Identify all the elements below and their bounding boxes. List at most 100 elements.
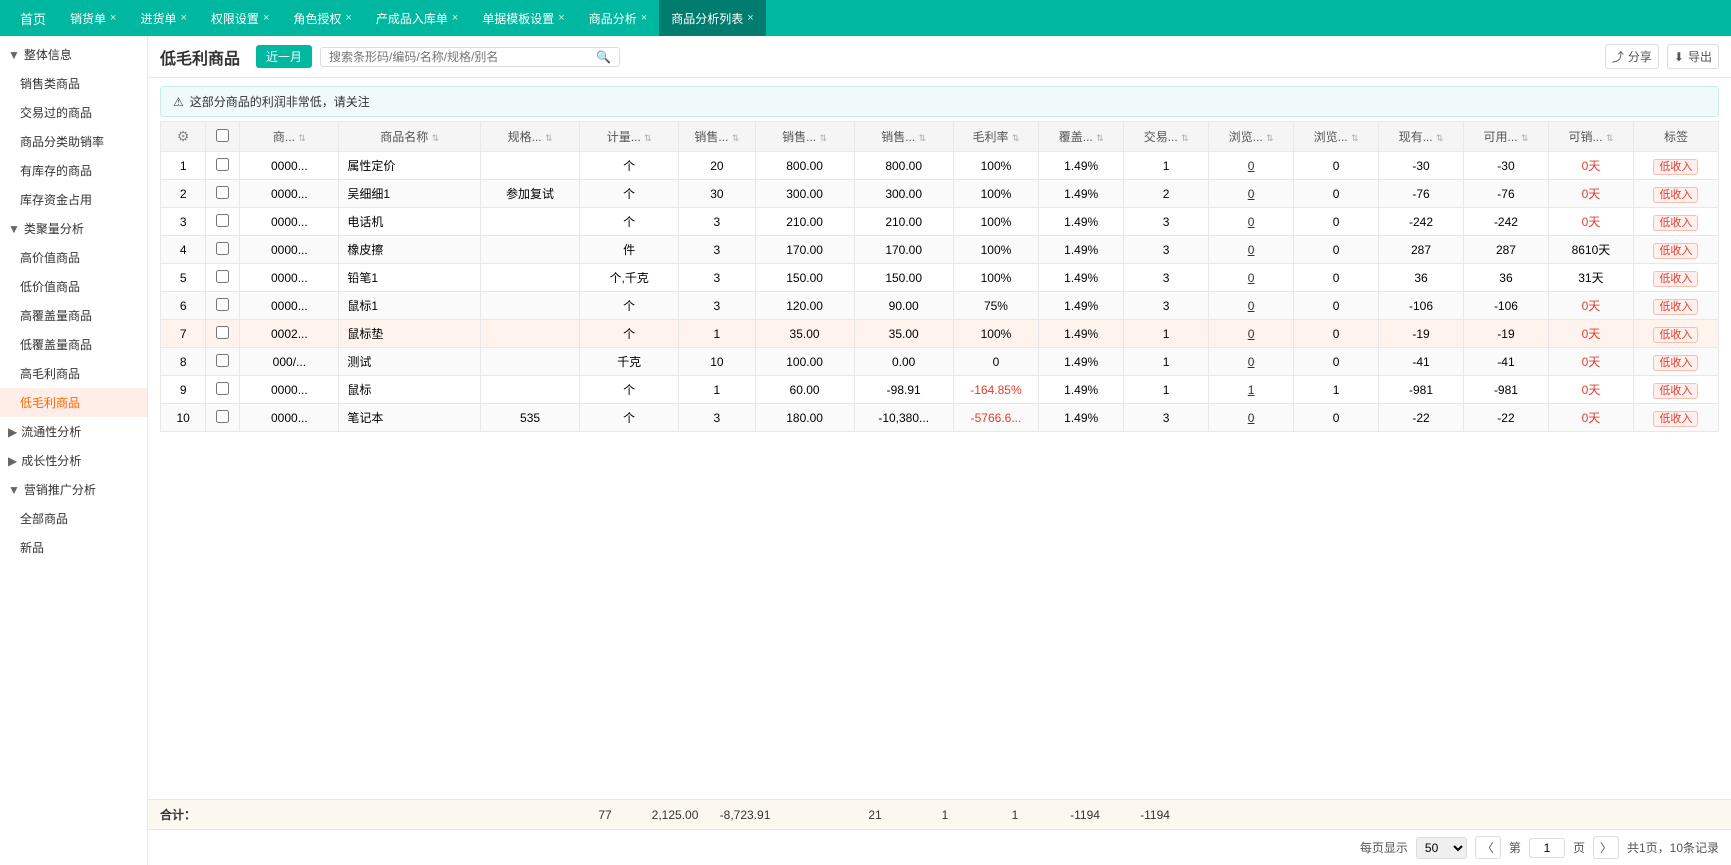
sidebar-group-marketing[interactable]: ▼ 营销推广分析 xyxy=(0,475,147,504)
nav-purchase-close[interactable]: × xyxy=(180,12,186,24)
row-name[interactable]: 测试 xyxy=(339,348,481,376)
nav-template-close[interactable]: × xyxy=(558,12,564,24)
sidebar-group-flow[interactable]: ▶ 流通性分析 xyxy=(0,417,147,446)
nav-purchase[interactable]: 进货单 × xyxy=(128,0,198,36)
row-name[interactable]: 属性定价 xyxy=(339,152,481,180)
nav-permission-close[interactable]: × xyxy=(263,12,269,24)
nav-product-analysis[interactable]: 商品分析 × xyxy=(577,0,659,36)
nav-role[interactable]: 角色授权 × xyxy=(281,0,363,36)
sidebar-item-high-value[interactable]: 高价值商品 xyxy=(0,243,147,272)
select-all-checkbox[interactable] xyxy=(216,129,229,142)
row-view2: 0 xyxy=(1294,320,1379,348)
nav-product-analysis-list-close[interactable]: × xyxy=(747,12,753,24)
col-saleqty-header[interactable]: 销售... ⇅ xyxy=(679,122,755,152)
row-num: 6 xyxy=(161,292,206,320)
sidebar-item-all-goods[interactable]: 全部商品 xyxy=(0,504,147,533)
prev-page-btn[interactable]: 〈 xyxy=(1475,836,1501,859)
nav-product-in-close[interactable]: × xyxy=(452,12,458,24)
time-filter-btn[interactable]: 近一月 xyxy=(256,45,312,68)
nav-role-close[interactable]: × xyxy=(345,12,351,24)
nav-template[interactable]: 单据模板设置 × xyxy=(470,0,576,36)
export-btn[interactable]: ⬇ 导出 xyxy=(1667,44,1719,69)
row-view1[interactable]: 0 xyxy=(1209,180,1294,208)
per-page-select[interactable]: 50 100 200 xyxy=(1416,837,1467,859)
row-view1[interactable]: 0 xyxy=(1209,152,1294,180)
sidebar-item-stock-capital[interactable]: 库存资金占用 xyxy=(0,185,147,214)
col-view1-header[interactable]: 浏览... ⇅ xyxy=(1209,122,1294,152)
nav-product-analysis-list[interactable]: 商品分析列表 × xyxy=(659,0,765,36)
nav-home[interactable]: 首页 xyxy=(8,0,58,36)
col-settings[interactable]: ⚙ xyxy=(161,122,206,152)
row-num: 10 xyxy=(161,404,206,432)
next-page-btn[interactable]: 〉 xyxy=(1593,836,1619,859)
row-num: 1 xyxy=(161,152,206,180)
row-select-checkbox[interactable] xyxy=(216,214,229,227)
sidebar-item-low-value[interactable]: 低价值商品 xyxy=(0,272,147,301)
row-unit: 个 xyxy=(580,292,679,320)
row-view1[interactable]: 0 xyxy=(1209,404,1294,432)
table-row: 10 0000... 笔记本 535 个 3 180.00 -10,380...… xyxy=(161,404,1719,432)
row-view1[interactable]: 0 xyxy=(1209,264,1294,292)
col-coverage-header[interactable]: 覆盖... ⇅ xyxy=(1039,122,1124,152)
row-tag: 低收入 xyxy=(1633,292,1718,320)
row-name[interactable]: 笔记本 xyxy=(339,404,481,432)
row-name[interactable]: 鼠标1 xyxy=(339,292,481,320)
sidebar-item-high-profit[interactable]: 高毛利商品 xyxy=(0,359,147,388)
row-name[interactable]: 橡皮擦 xyxy=(339,236,481,264)
row-select-checkbox[interactable] xyxy=(216,270,229,283)
footer-sale-total: -8,723.91 xyxy=(710,808,780,822)
nav-permission[interactable]: 权限设置 × xyxy=(199,0,281,36)
col-unit-header[interactable]: 计量... ⇅ xyxy=(580,122,679,152)
row-name[interactable]: 吴细细1 xyxy=(339,180,481,208)
col-tag-header[interactable]: 标签 xyxy=(1633,122,1718,152)
share-btn[interactable]: ⤴ 分享 xyxy=(1605,44,1659,69)
col-saletotal-header[interactable]: 销售... ⇅ xyxy=(854,122,953,152)
sidebar-item-high-coverage[interactable]: 高覆盖量商品 xyxy=(0,301,147,330)
row-select-checkbox[interactable] xyxy=(216,186,229,199)
row-select-checkbox[interactable] xyxy=(216,354,229,367)
nav-sales[interactable]: 销货单 × xyxy=(58,0,128,36)
nav-product-analysis-close[interactable]: × xyxy=(641,12,647,24)
row-name[interactable]: 鼠标 xyxy=(339,376,481,404)
col-trade-header[interactable]: 交易... ⇅ xyxy=(1124,122,1209,152)
row-select-checkbox[interactable] xyxy=(216,382,229,395)
row-view1[interactable]: 0 xyxy=(1209,320,1294,348)
row-view1[interactable]: 0 xyxy=(1209,348,1294,376)
col-saleprice-header[interactable]: 销售... ⇅ xyxy=(755,122,854,152)
sidebar-group-overall[interactable]: ▼ 整体信息 xyxy=(0,40,147,69)
row-view1[interactable]: 0 xyxy=(1209,208,1294,236)
sidebar-group-growth[interactable]: ▶ 成长性分析 xyxy=(0,446,147,475)
col-grossrate-header[interactable]: 毛利率 ⇅ xyxy=(953,122,1038,152)
nav-sales-close[interactable]: × xyxy=(110,12,116,24)
page-input[interactable] xyxy=(1529,838,1565,858)
row-select-checkbox[interactable] xyxy=(216,242,229,255)
sidebar-item-low-profit[interactable]: 低毛利商品 xyxy=(0,388,147,417)
row-select-checkbox[interactable] xyxy=(216,298,229,311)
sidebar-group-cluster[interactable]: ▼ 类聚量分析 xyxy=(0,214,147,243)
col-view2-header[interactable]: 浏览... ⇅ xyxy=(1294,122,1379,152)
col-stock-header[interactable]: 现有... ⇅ xyxy=(1379,122,1464,152)
sidebar-item-traded-goods[interactable]: 交易过的商品 xyxy=(0,98,147,127)
row-name[interactable]: 鼠标垫 xyxy=(339,320,481,348)
sidebar-item-category-rate[interactable]: 商品分类助销率 xyxy=(0,127,147,156)
row-select-checkbox[interactable] xyxy=(216,410,229,423)
col-code-header[interactable]: 商... ⇅ xyxy=(240,122,339,152)
row-select-checkbox[interactable] xyxy=(216,158,229,171)
row-view1[interactable]: 0 xyxy=(1209,292,1294,320)
sidebar-item-sales-goods[interactable]: 销售类商品 xyxy=(0,69,147,98)
nav-product-in[interactable]: 产成品入库单 × xyxy=(364,0,470,36)
sidebar-item-low-coverage[interactable]: 低覆盖量商品 xyxy=(0,330,147,359)
col-avail-header[interactable]: 可用... ⇅ xyxy=(1463,122,1548,152)
sidebar-item-new-goods[interactable]: 新品 xyxy=(0,533,147,562)
row-view1[interactable]: 0 xyxy=(1209,236,1294,264)
col-name-header[interactable]: 商品名称 ⇅ xyxy=(339,122,481,152)
search-input[interactable] xyxy=(329,50,596,64)
col-sellable-header[interactable]: 可销... ⇅ xyxy=(1548,122,1633,152)
sidebar-item-in-stock[interactable]: 有库存的商品 xyxy=(0,156,147,185)
row-select-checkbox[interactable] xyxy=(216,326,229,339)
row-name[interactable]: 电话机 xyxy=(339,208,481,236)
row-view1[interactable]: 1 xyxy=(1209,376,1294,404)
footer-view1: 1 xyxy=(910,808,980,822)
row-name[interactable]: 铅笔1 xyxy=(339,264,481,292)
col-spec-header[interactable]: 规格... ⇅ xyxy=(481,122,580,152)
